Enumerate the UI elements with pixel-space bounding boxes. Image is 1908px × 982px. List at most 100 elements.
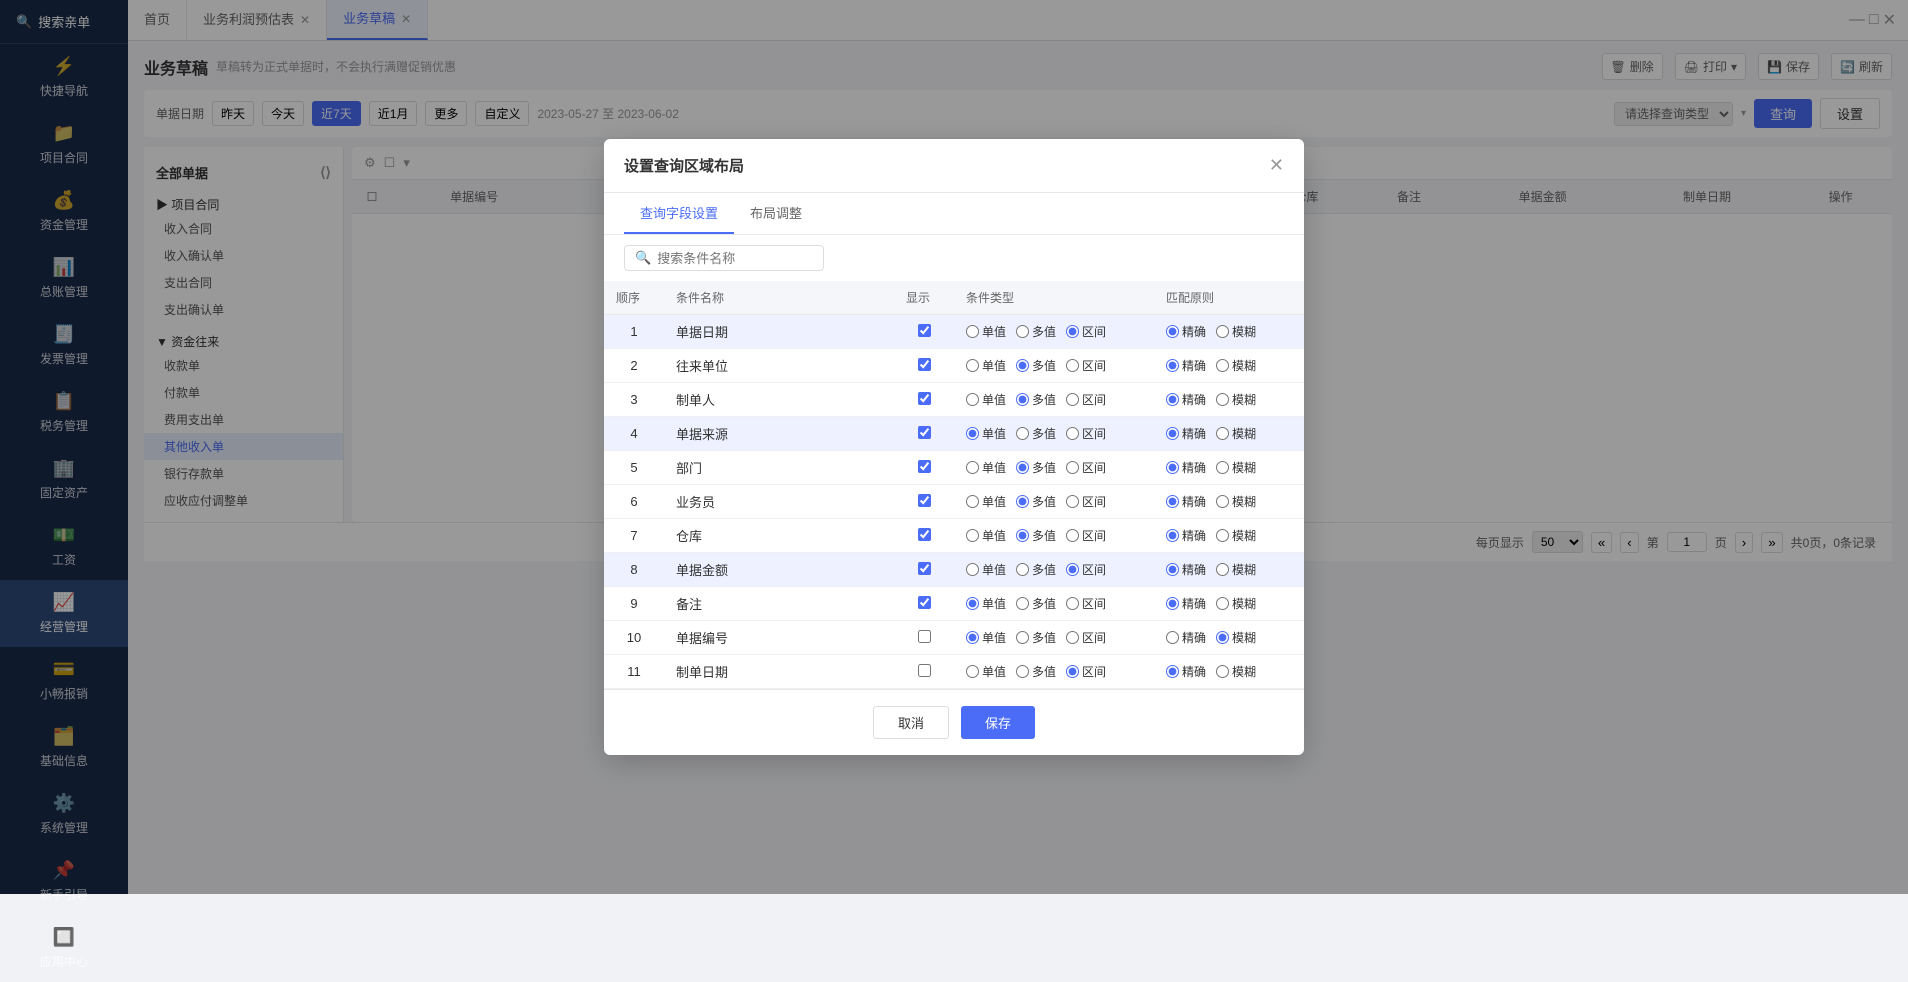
cell-show[interactable] bbox=[894, 587, 954, 621]
match-fuzzy-radio[interactable] bbox=[1216, 427, 1229, 440]
match-fuzzy-option[interactable]: 模糊 bbox=[1216, 561, 1256, 578]
type-single-radio[interactable] bbox=[966, 665, 979, 678]
type-single-radio[interactable] bbox=[966, 563, 979, 576]
type-single-option[interactable]: 单值 bbox=[966, 561, 1006, 578]
match-exact-option[interactable]: 精确 bbox=[1166, 527, 1206, 544]
type-single-option[interactable]: 单值 bbox=[966, 629, 1006, 646]
match-exact-option[interactable]: 精确 bbox=[1166, 561, 1206, 578]
type-multi-radio[interactable] bbox=[1016, 665, 1029, 678]
show-checkbox[interactable] bbox=[918, 494, 931, 507]
type-multi-option[interactable]: 多值 bbox=[1016, 391, 1056, 408]
cell-show[interactable] bbox=[894, 519, 954, 553]
match-fuzzy-radio[interactable] bbox=[1216, 393, 1229, 406]
type-multi-option[interactable]: 多值 bbox=[1016, 561, 1056, 578]
type-single-radio[interactable] bbox=[966, 427, 979, 440]
match-fuzzy-option[interactable]: 模糊 bbox=[1216, 357, 1256, 374]
type-multi-option[interactable]: 多值 bbox=[1016, 357, 1056, 374]
match-exact-option[interactable]: 精确 bbox=[1166, 493, 1206, 510]
match-exact-option[interactable]: 精确 bbox=[1166, 595, 1206, 612]
match-fuzzy-radio[interactable] bbox=[1216, 495, 1229, 508]
type-single-option[interactable]: 单值 bbox=[966, 595, 1006, 612]
match-exact-radio[interactable] bbox=[1166, 461, 1179, 474]
modal-search-input[interactable] bbox=[657, 251, 807, 266]
type-multi-radio[interactable] bbox=[1016, 359, 1029, 372]
type-multi-radio[interactable] bbox=[1016, 461, 1029, 474]
type-range-radio[interactable] bbox=[1066, 495, 1079, 508]
type-single-radio[interactable] bbox=[966, 631, 979, 644]
type-range-radio[interactable] bbox=[1066, 325, 1079, 338]
type-single-radio[interactable] bbox=[966, 359, 979, 372]
type-multi-radio[interactable] bbox=[1016, 393, 1029, 406]
match-exact-radio[interactable] bbox=[1166, 427, 1179, 440]
cell-show[interactable] bbox=[894, 553, 954, 587]
cell-show[interactable] bbox=[894, 621, 954, 655]
type-multi-option[interactable]: 多值 bbox=[1016, 323, 1056, 340]
type-range-radio[interactable] bbox=[1066, 393, 1079, 406]
type-single-radio[interactable] bbox=[966, 325, 979, 338]
match-exact-option[interactable]: 精确 bbox=[1166, 323, 1206, 340]
match-fuzzy-option[interactable]: 模糊 bbox=[1216, 663, 1256, 680]
show-checkbox[interactable] bbox=[918, 596, 931, 609]
type-multi-radio[interactable] bbox=[1016, 495, 1029, 508]
match-exact-radio[interactable] bbox=[1166, 597, 1179, 610]
type-range-radio[interactable] bbox=[1066, 427, 1079, 440]
match-exact-radio[interactable] bbox=[1166, 495, 1179, 508]
match-fuzzy-radio[interactable] bbox=[1216, 359, 1229, 372]
match-exact-option[interactable]: 精确 bbox=[1166, 425, 1206, 442]
type-multi-radio[interactable] bbox=[1016, 597, 1029, 610]
type-single-radio[interactable] bbox=[966, 461, 979, 474]
type-range-option[interactable]: 区间 bbox=[1066, 493, 1106, 510]
type-single-radio[interactable] bbox=[966, 597, 979, 610]
show-checkbox[interactable] bbox=[918, 460, 931, 473]
match-fuzzy-option[interactable]: 模糊 bbox=[1216, 323, 1256, 340]
match-fuzzy-radio[interactable] bbox=[1216, 529, 1229, 542]
match-fuzzy-option[interactable]: 模糊 bbox=[1216, 425, 1256, 442]
type-range-option[interactable]: 区间 bbox=[1066, 663, 1106, 680]
cell-show[interactable] bbox=[894, 315, 954, 349]
type-single-option[interactable]: 单值 bbox=[966, 459, 1006, 476]
type-range-radio[interactable] bbox=[1066, 665, 1079, 678]
type-multi-option[interactable]: 多值 bbox=[1016, 459, 1056, 476]
match-fuzzy-option[interactable]: 模糊 bbox=[1216, 629, 1256, 646]
type-range-radio[interactable] bbox=[1066, 359, 1079, 372]
match-exact-option[interactable]: 精确 bbox=[1166, 663, 1206, 680]
match-exact-radio[interactable] bbox=[1166, 529, 1179, 542]
match-fuzzy-option[interactable]: 模糊 bbox=[1216, 527, 1256, 544]
modal-overlay[interactable]: 设置查询区域布局 ✕ 查询字段设置 布局调整 🔍 bbox=[0, 0, 1908, 894]
match-fuzzy-radio[interactable] bbox=[1216, 325, 1229, 338]
cell-show[interactable] bbox=[894, 655, 954, 689]
type-single-option[interactable]: 单值 bbox=[966, 527, 1006, 544]
match-fuzzy-option[interactable]: 模糊 bbox=[1216, 493, 1256, 510]
type-range-radio[interactable] bbox=[1066, 631, 1079, 644]
match-exact-radio[interactable] bbox=[1166, 325, 1179, 338]
type-multi-radio[interactable] bbox=[1016, 631, 1029, 644]
type-multi-radio[interactable] bbox=[1016, 427, 1029, 440]
type-multi-radio[interactable] bbox=[1016, 325, 1029, 338]
match-fuzzy-radio[interactable] bbox=[1216, 597, 1229, 610]
match-exact-option[interactable]: 精确 bbox=[1166, 459, 1206, 476]
type-multi-option[interactable]: 多值 bbox=[1016, 663, 1056, 680]
type-single-option[interactable]: 单值 bbox=[966, 323, 1006, 340]
show-checkbox[interactable] bbox=[918, 324, 931, 337]
type-multi-option[interactable]: 多值 bbox=[1016, 595, 1056, 612]
type-single-option[interactable]: 单值 bbox=[966, 391, 1006, 408]
show-checkbox[interactable] bbox=[918, 358, 931, 371]
type-range-option[interactable]: 区间 bbox=[1066, 425, 1106, 442]
type-single-option[interactable]: 单值 bbox=[966, 663, 1006, 680]
match-fuzzy-option[interactable]: 模糊 bbox=[1216, 459, 1256, 476]
match-fuzzy-option[interactable]: 模糊 bbox=[1216, 391, 1256, 408]
match-fuzzy-option[interactable]: 模糊 bbox=[1216, 595, 1256, 612]
type-multi-option[interactable]: 多值 bbox=[1016, 527, 1056, 544]
cell-show[interactable] bbox=[894, 485, 954, 519]
match-exact-radio[interactable] bbox=[1166, 665, 1179, 678]
match-fuzzy-radio[interactable] bbox=[1216, 563, 1229, 576]
modal-tab-fields[interactable]: 查询字段设置 bbox=[624, 193, 734, 234]
cancel-button[interactable]: 取消 bbox=[873, 706, 949, 739]
type-multi-option[interactable]: 多值 bbox=[1016, 629, 1056, 646]
match-exact-radio[interactable] bbox=[1166, 393, 1179, 406]
match-exact-radio[interactable] bbox=[1166, 563, 1179, 576]
type-range-option[interactable]: 区间 bbox=[1066, 595, 1106, 612]
modal-tab-layout[interactable]: 布局调整 bbox=[734, 193, 818, 234]
modal-save-button[interactable]: 保存 bbox=[961, 706, 1035, 739]
type-range-radio[interactable] bbox=[1066, 597, 1079, 610]
